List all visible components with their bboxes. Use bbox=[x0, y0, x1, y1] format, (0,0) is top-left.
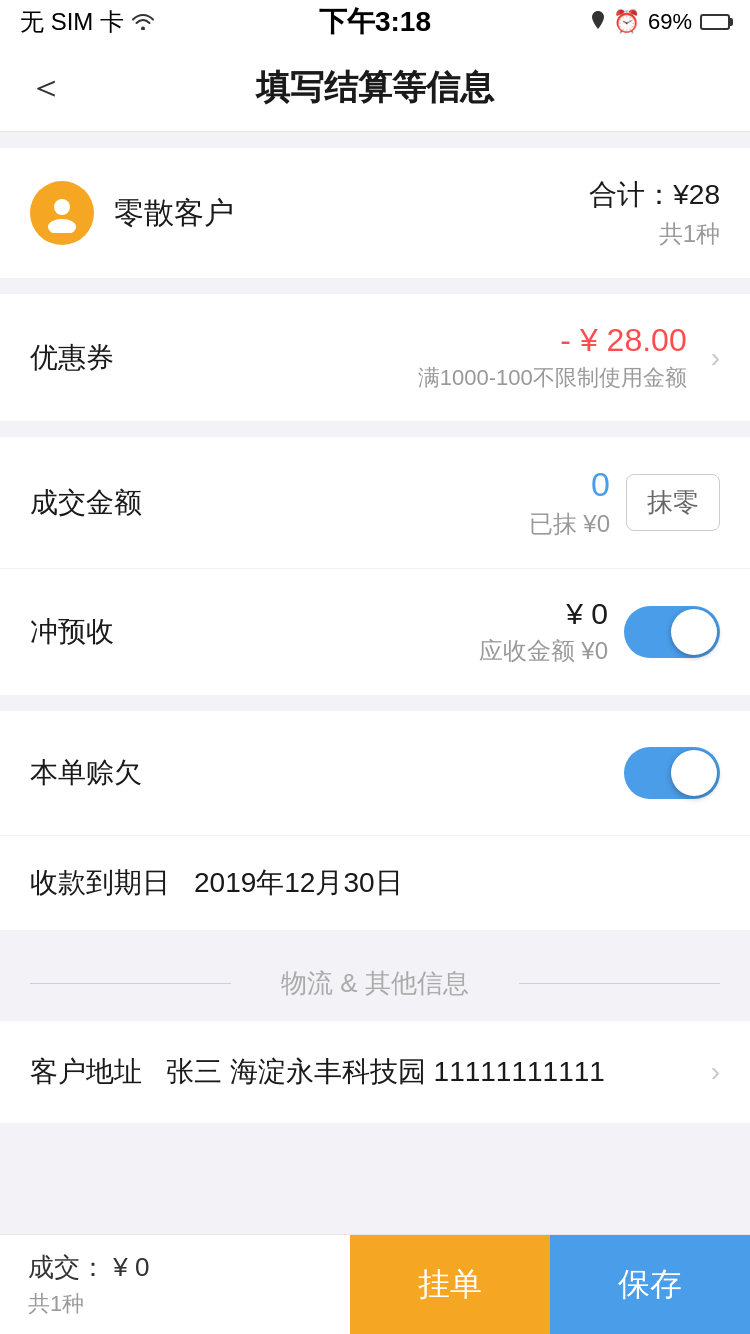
address-label: 客户地址 bbox=[30, 1053, 142, 1091]
divider-line-right bbox=[519, 983, 720, 984]
credit-row: 本单赊欠 bbox=[0, 711, 750, 835]
address-value: 张三 海淀永丰科技园 11111111111 bbox=[166, 1053, 679, 1091]
logistics-divider-inner: 物流 & 其他信息 bbox=[0, 966, 750, 1001]
svg-point-0 bbox=[54, 199, 70, 215]
bottom-bar: 成交： ¥ 0 共1种 挂单 保存 bbox=[0, 1234, 750, 1334]
prereceive-row: 冲预收 ¥ 0 应收金额 ¥0 bbox=[0, 569, 750, 695]
battery-icon bbox=[700, 14, 730, 30]
battery-percent: 69% bbox=[648, 9, 692, 35]
customer-card: 零散客户 合计：¥28 共1种 bbox=[0, 148, 750, 278]
prereceive-amount-block: ¥ 0 应收金额 ¥0 bbox=[479, 597, 608, 667]
already-rounded-text: 已抹 ¥0 bbox=[185, 508, 610, 540]
status-bar: 无 SIM 卡 下午3:18 ⏰ 69% bbox=[0, 0, 750, 44]
bottom-left: 成交： ¥ 0 共1种 bbox=[0, 1235, 350, 1334]
prereceive-label: 冲预收 bbox=[30, 613, 114, 651]
bottom-count: 共1种 bbox=[28, 1289, 322, 1319]
wifi-icon bbox=[132, 8, 154, 36]
prereceive-value: ¥ 0 bbox=[479, 597, 608, 631]
duedate-value: 2019年12月30日 bbox=[194, 864, 403, 902]
address-chevron-icon: › bbox=[711, 1056, 720, 1088]
prereceive-sub: 应收金额 ¥0 bbox=[479, 635, 608, 667]
bottom-transaction-label: 成交： bbox=[28, 1252, 106, 1282]
status-left: 无 SIM 卡 bbox=[20, 6, 154, 38]
coupon-right: - ¥ 28.00 满1000-100不限制使用金额 › bbox=[418, 322, 720, 393]
customer-total: 合计：¥28 共1种 bbox=[589, 176, 720, 250]
location-icon bbox=[591, 9, 605, 35]
transaction-section: 成交金额 已抹 ¥0 抹零 冲预收 ¥ 0 应收金额 ¥0 bbox=[0, 437, 750, 695]
transaction-label: 成交金额 bbox=[30, 484, 142, 522]
logistics-text: 物流 & 其他信息 bbox=[281, 966, 469, 1001]
back-button[interactable]: ＜ bbox=[28, 63, 64, 112]
credit-label: 本单赊欠 bbox=[30, 754, 142, 792]
coupon-label: 优惠券 bbox=[30, 339, 114, 377]
address-row[interactable]: 客户地址 张三 海淀永丰科技园 11111111111 › bbox=[0, 1021, 750, 1123]
status-right: ⏰ 69% bbox=[591, 9, 730, 35]
coupon-value-block: - ¥ 28.00 满1000-100不限制使用金额 bbox=[418, 322, 687, 393]
duedate-row: 收款到期日 2019年12月30日 bbox=[0, 835, 750, 930]
customer-left: 零散客户 bbox=[30, 181, 234, 245]
divider-line-left bbox=[30, 983, 231, 984]
toggle-knob bbox=[671, 609, 717, 655]
bottom-transaction: 成交： ¥ 0 bbox=[28, 1250, 322, 1285]
coupon-section: 优惠券 - ¥ 28.00 满1000-100不限制使用金额 › bbox=[0, 294, 750, 421]
credit-section: 本单赊欠 收款到期日 2019年12月30日 bbox=[0, 711, 750, 930]
round-zero-button[interactable]: 抹零 bbox=[626, 474, 720, 531]
coupon-row[interactable]: 优惠券 - ¥ 28.00 满1000-100不限制使用金额 › bbox=[0, 294, 750, 421]
chevron-right-icon: › bbox=[711, 342, 720, 374]
carrier-text: 无 SIM 卡 bbox=[20, 6, 124, 38]
prereceive-right: ¥ 0 应收金额 ¥0 bbox=[479, 597, 720, 667]
status-time: 下午3:18 bbox=[319, 3, 431, 41]
page-spacer bbox=[0, 1123, 750, 1239]
credit-toggle-knob bbox=[671, 750, 717, 796]
total-count: 共1种 bbox=[589, 218, 720, 250]
customer-name: 零散客户 bbox=[114, 193, 234, 234]
svg-point-1 bbox=[48, 219, 76, 233]
bottom-transaction-value: ¥ 0 bbox=[113, 1252, 149, 1282]
nav-bar: ＜ 填写结算等信息 bbox=[0, 44, 750, 132]
nav-title: 填写结算等信息 bbox=[256, 65, 494, 111]
alarm-icon: ⏰ bbox=[613, 9, 640, 35]
coupon-discount: - ¥ 28.00 bbox=[418, 322, 687, 359]
customer-avatar bbox=[30, 181, 94, 245]
prereceive-toggle[interactable] bbox=[624, 606, 720, 658]
save-button[interactable]: 保存 bbox=[550, 1235, 750, 1334]
address-section: 客户地址 张三 海淀永丰科技园 11111111111 › bbox=[0, 1021, 750, 1123]
coupon-description: 满1000-100不限制使用金额 bbox=[418, 363, 687, 393]
transaction-row: 成交金额 已抹 ¥0 抹零 bbox=[0, 437, 750, 569]
credit-toggle[interactable] bbox=[624, 747, 720, 799]
logistics-divider: 物流 & 其他信息 bbox=[0, 946, 750, 1021]
transaction-input[interactable] bbox=[185, 465, 610, 504]
transaction-amount-block: 已抹 ¥0 bbox=[185, 465, 610, 540]
duedate-label: 收款到期日 bbox=[30, 864, 170, 902]
total-amount: 合计：¥28 bbox=[589, 176, 720, 214]
transaction-right: 已抹 ¥0 抹零 bbox=[185, 465, 720, 540]
pending-button[interactable]: 挂单 bbox=[350, 1235, 550, 1334]
